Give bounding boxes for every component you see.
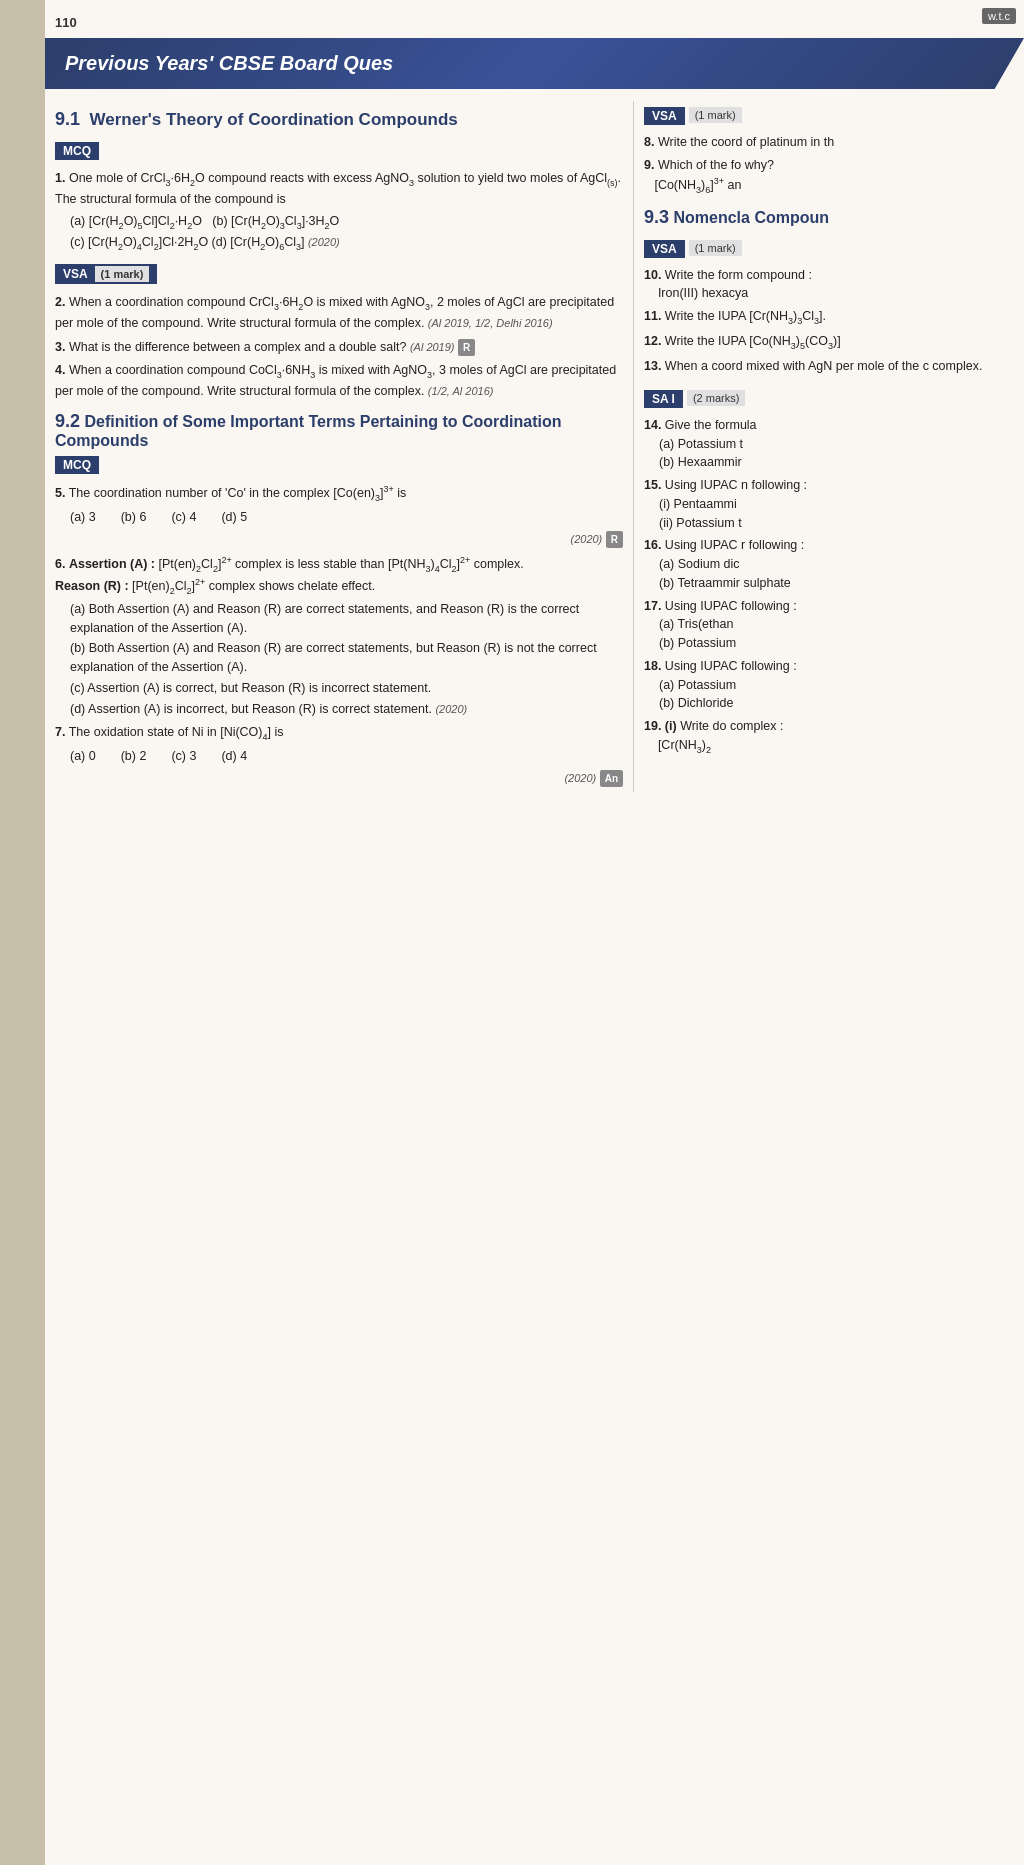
q15-opt-i: (i) Pentaammi — [659, 497, 737, 511]
left-column: 9.1 Werner's Theory of Coordination Comp… — [45, 101, 634, 792]
section-92-title: Definition of Some Important Terms Perta… — [55, 413, 562, 449]
vsa1-mark: (1 mark) — [95, 266, 150, 282]
question-7: 7. The oxidation state of Ni in [Ni(CO)4… — [55, 723, 623, 788]
q5-options: (a) 3 (b) 6 (c) 4 (d) 5 — [70, 508, 623, 527]
mcq-badge-2: MCQ — [55, 456, 99, 474]
question-11: 11. Write the IUPA [Cr(NH3)3Cl3]. — [644, 307, 1016, 328]
question-3: 3. What is the difference between a comp… — [55, 338, 623, 357]
vsa-badge-right: VSA — [644, 107, 685, 125]
q16-opt-b: (b) Tetraammir sulphate — [659, 576, 791, 590]
question-12: 12. Write the IUPA [Co(NH3)5(CO3)] — [644, 332, 1016, 353]
two-col-layout: 9.1 Werner's Theory of Coordination Comp… — [45, 101, 1024, 792]
question-17: 17. Using IUPAC following : (a) Tris(eth… — [644, 597, 1016, 653]
r-badge-q3: R — [458, 339, 475, 356]
left-strip — [0, 0, 45, 1865]
question-15: 15. Using IUPAC n following : (i) Pentaa… — [644, 476, 1016, 532]
right-column: VSA (1 mark) 8. Write the coord of plati… — [634, 101, 1024, 792]
question-19: 19. (i) Write do complex : [Cr(NH3)2 — [644, 717, 1016, 757]
mcq-badge-1: MCQ — [55, 142, 99, 160]
question-4: 4. When a coordination compound CoCl3·6N… — [55, 361, 623, 401]
q1-opt-a: (a) [Cr(H2O)5Cl]Cl2·H2O (b) [Cr(H2O)3Cl3… — [70, 212, 623, 233]
r-badge-q5: R — [606, 531, 623, 548]
vsa-badge-right2: VSA — [644, 240, 685, 258]
wt-badge: w.t.c — [982, 8, 1016, 24]
section-91-title: Werner's Theory of Coordination Compound… — [89, 110, 457, 129]
q7-opt-b: (b) 2 — [121, 747, 147, 766]
main-content: w.t.c 110 Previous Years' CBSE Board Que… — [45, 0, 1024, 1865]
question-13: 13. When a coord mixed with AgN per mole… — [644, 357, 1016, 376]
section-93-heading: 9.3 Nomencla Compoun — [644, 207, 1016, 228]
question-2: 2. When a coordination compound CrCl3·6H… — [55, 293, 623, 333]
q17-opt-a: (a) Tris(ethan — [659, 617, 733, 631]
question-14: 14. Give the formula (a) Potassium t (b)… — [644, 416, 1016, 472]
q16-opt-a: (a) Sodium dic — [659, 557, 740, 571]
q7-opt-d: (d) 4 — [221, 747, 247, 766]
section-93-num: 9.3 — [644, 207, 669, 227]
q1-opt-c: (c) [Cr(H2O)4Cl2]Cl·2H2O (d) [Cr(H2O)6Cl… — [70, 233, 623, 254]
q7-options: (a) 0 (b) 2 (c) 3 (d) 4 — [70, 747, 623, 766]
sa1-badge: SA I — [644, 390, 683, 408]
section-93-title: Nomencla Compoun — [673, 209, 829, 226]
q15-opt-ii: (ii) Potassium t — [659, 516, 742, 530]
page-number: 110 — [45, 10, 1024, 38]
q18-opt-b: (b) Dichloride — [659, 696, 733, 710]
q6-opt-b: (b) Both Assertion (A) and Reason (R) ar… — [70, 639, 623, 677]
reason-label: Reason (R) : — [55, 579, 129, 593]
q5-opt-c: (c) 4 — [171, 508, 196, 527]
question-9: 9. Which of the fo why? [Co(NH3)6]3+ an — [644, 156, 1016, 197]
section-91-num: 9.1 — [55, 109, 80, 129]
q7-opt-c: (c) 3 — [171, 747, 196, 766]
question-6: 6. Assertion (A) : [Pt(en)2Cl2]2+ comple… — [55, 554, 623, 719]
assertion-label: Assertion (A) : — [69, 557, 155, 571]
q17-opt-b: (b) Potassium — [659, 636, 736, 650]
section-92-num: 9.2 — [55, 411, 80, 431]
question-18: 18. Using IUPAC following : (a) Potassiu… — [644, 657, 1016, 713]
vsa-badge-1: VSA (1 mark) — [55, 264, 157, 284]
q5-opt-d: (d) 5 — [221, 508, 247, 527]
sa1-mark: (2 marks) — [687, 390, 745, 406]
vsa-right-mark: (1 mark) — [689, 107, 742, 123]
question-10: 10. Write the form compound : Iron(III) … — [644, 266, 1016, 304]
q6-opt-a: (a) Both Assertion (A) and Reason (R) ar… — [70, 600, 623, 638]
q5-opt-a: (a) 3 — [70, 508, 96, 527]
question-16: 16. Using IUPAC r following : (a) Sodium… — [644, 536, 1016, 592]
q14-opt-a: (a) Potassium t — [659, 437, 743, 451]
q5-opt-b: (b) 6 — [121, 508, 147, 527]
q14-opt-b: (b) Hexaammir — [659, 455, 742, 469]
q18-opt-a: (a) Potassium — [659, 678, 736, 692]
vsa-right2-mark: (1 mark) — [689, 240, 742, 256]
q6-opt-c: (c) Assertion (A) is correct, but Reason… — [70, 679, 623, 698]
q7-year: (2020) An — [55, 769, 623, 788]
question-8: 8. Write the coord of platinum in th — [644, 133, 1016, 152]
q6-opt-d: (d) Assertion (A) is incorrect, but Reas… — [70, 700, 623, 719]
question-5: 5. The coordination number of 'Co' in th… — [55, 483, 623, 549]
q7-opt-a: (a) 0 — [70, 747, 96, 766]
an-badge-q7: An — [600, 770, 623, 787]
q5-year: (2020) R — [55, 530, 623, 549]
page-wrapper: w.t.c 110 Previous Years' CBSE Board Que… — [0, 0, 1024, 1865]
header-banner: Previous Years' CBSE Board Ques — [45, 38, 1024, 89]
question-1: 1. One mole of CrCl3·6H2O compound react… — [55, 169, 623, 254]
section-91-heading: 9.1 Werner's Theory of Coordination Comp… — [55, 109, 623, 130]
